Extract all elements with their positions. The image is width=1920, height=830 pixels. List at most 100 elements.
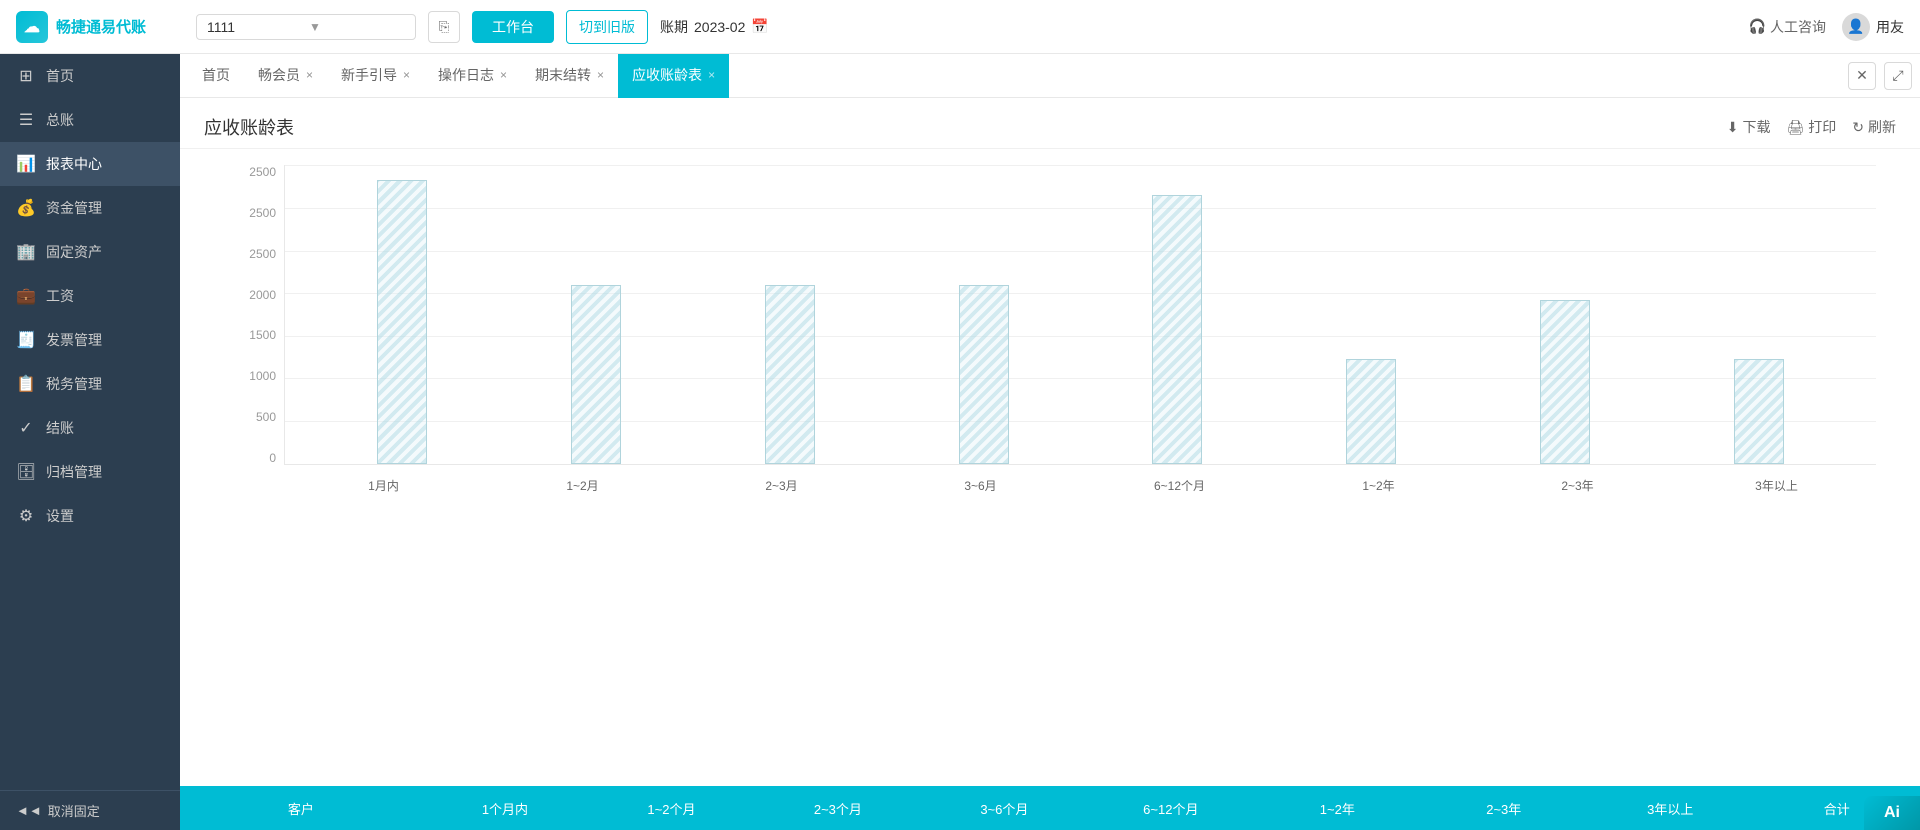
sidebar-item-checkout[interactable]: ✓ 结账: [0, 406, 180, 450]
tab-guide[interactable]: 新手引导×: [327, 54, 424, 98]
sidebar-item-invoice[interactable]: 🧾 发票管理: [0, 318, 180, 362]
sidebar-item-label: 税务管理: [46, 374, 102, 394]
close-tab-button[interactable]: ✕: [1848, 62, 1876, 90]
sidebar-item-label: 工资: [46, 286, 74, 306]
sidebar-item-label: 首页: [46, 66, 74, 86]
pin-icon: ◄◄: [16, 803, 42, 818]
sidebar-item-label: 报表中心: [46, 154, 102, 174]
chart-bar[interactable]: [959, 285, 1009, 464]
tab-close-icon[interactable]: ×: [403, 68, 410, 82]
y-axis-label: 2500: [249, 206, 284, 220]
sidebar-item-settings[interactable]: ⚙ 设置: [0, 494, 180, 538]
sidebar-item-tax[interactable]: 📋 税务管理: [0, 362, 180, 406]
bars-area: [285, 165, 1876, 464]
chart-plot: [284, 165, 1876, 465]
sidebar-item-home[interactable]: ⊞ 首页: [0, 54, 180, 98]
headset-icon: 🎧: [1749, 18, 1766, 35]
copy-icon: ⎘: [439, 19, 450, 35]
x-axis-label: 3年以上: [1677, 465, 1876, 505]
tabs-actions: ✕ ⤢: [1848, 62, 1912, 90]
header-right: 🎧 人工咨询 👤 用友: [1749, 13, 1904, 41]
table-header-1~2年: 1~2年: [1254, 799, 1420, 818]
tab-close-icon[interactable]: ×: [500, 68, 507, 82]
home-icon: ⊞: [16, 66, 36, 86]
chevron-down-icon: ▼: [309, 20, 405, 34]
copy-button[interactable]: ⎘: [428, 11, 460, 43]
invoice-icon: 🧾: [16, 330, 36, 350]
table-header-客户: 客户: [180, 799, 422, 818]
tab-ar_aging[interactable]: 应收账龄表 ×: [618, 54, 729, 98]
download-icon: ⬇: [1727, 119, 1739, 136]
tab-period_end[interactable]: 期末结转×: [521, 54, 618, 98]
tab-close-icon[interactable]: ×: [708, 68, 715, 82]
user-name: 用友: [1876, 17, 1904, 37]
x-axis-label: 1~2年: [1279, 465, 1478, 505]
tab-oplog[interactable]: 操作日志×: [424, 54, 521, 98]
sidebar-nav: ⊞ 首页 ☰ 总账 📊 报表中心 💰 资金管理 🏢 固定资产 💼 工资 🧾 发票…: [0, 54, 180, 790]
table-header-1个月内: 1个月内: [422, 799, 588, 818]
assets-icon: 🏢: [16, 242, 36, 262]
reports-icon: 📊: [16, 154, 36, 174]
sidebar-item-reports[interactable]: 📊 报表中心: [0, 142, 180, 186]
period-area: 账期 2023-02 📅: [660, 17, 769, 37]
ai-badge[interactable]: Ai: [1864, 796, 1920, 830]
sidebar-item-archive[interactable]: 🗄 归档管理: [0, 450, 180, 494]
sidebar-item-ledger[interactable]: ☰ 总账: [0, 98, 180, 142]
bar-group: [1468, 165, 1662, 464]
sidebar-item-label: 资金管理: [46, 198, 102, 218]
sidebar-item-label: 结账: [46, 418, 74, 438]
chart-bar[interactable]: [377, 180, 427, 464]
tab-close-icon[interactable]: ×: [597, 68, 604, 82]
tax-icon: 📋: [16, 374, 36, 394]
table-header-2~3个月: 2~3个月: [755, 799, 921, 818]
sidebar-item-label: 设置: [46, 506, 74, 526]
bar-group: [1274, 165, 1468, 464]
x-axis-label: 2~3年: [1478, 465, 1677, 505]
calendar-icon[interactable]: 📅: [751, 18, 768, 35]
bar-group: [1662, 165, 1856, 464]
chart-bar[interactable]: [1152, 195, 1202, 464]
refresh-button[interactable]: ↻ 刷新: [1852, 117, 1896, 137]
chart-bar[interactable]: [571, 285, 621, 464]
bar-group: [499, 165, 693, 464]
sidebar-item-payroll[interactable]: 💼 工资: [0, 274, 180, 318]
x-axis: 1月内1~2月2~3月3~6月6~12个月1~2年2~3年3年以上: [284, 465, 1876, 505]
x-axis-label: 6~12个月: [1080, 465, 1279, 505]
tab-close-icon[interactable]: ×: [306, 68, 313, 82]
table-header-3年以上: 3年以上: [1587, 799, 1753, 818]
chart-wrapper: 2500250025002000150010005000: [204, 165, 1896, 505]
x-axis-label: 2~3月: [682, 465, 881, 505]
consult-button[interactable]: 🎧 人工咨询: [1749, 17, 1826, 37]
version-toggle-button[interactable]: 切到旧版: [566, 10, 648, 44]
y-axis-label: 0: [269, 451, 284, 465]
chart-bar[interactable]: [1540, 300, 1590, 464]
bar-group: [693, 165, 887, 464]
funds-icon: 💰: [16, 198, 36, 218]
page-title: 应收账龄表: [204, 114, 294, 140]
sidebar-item-assets[interactable]: 🏢 固定资产: [0, 230, 180, 274]
y-axis-label: 2500: [249, 247, 284, 261]
tab-label: 应收账龄表: [632, 65, 702, 85]
chart-bar[interactable]: [1346, 359, 1396, 464]
chart-bar[interactable]: [765, 285, 815, 464]
sidebar-item-funds[interactable]: 💰 资金管理: [0, 186, 180, 230]
y-axis: 2500250025002000150010005000: [244, 165, 284, 465]
page-content: 应收账龄表 ⬇ 下载 🖨 打印 ↻ 刷新: [180, 98, 1920, 830]
logo-area: ☁ 畅捷通易代账: [16, 11, 196, 43]
chart-container: 2500250025002000150010005000: [180, 149, 1920, 786]
company-selector[interactable]: 1111 ▼: [196, 14, 416, 40]
workbench-button[interactable]: 工作台: [472, 11, 554, 43]
expand-tab-button[interactable]: ⤢: [1884, 62, 1912, 90]
chart-bar[interactable]: [1734, 359, 1784, 464]
tab-member[interactable]: 畅会员×: [244, 54, 327, 98]
ai-label: Ai: [1884, 804, 1900, 821]
bar-group: [1081, 165, 1275, 464]
print-button[interactable]: 🖨 打印: [1786, 117, 1836, 137]
print-icon: 🖨: [1786, 119, 1804, 136]
sidebar-pin-toggle[interactable]: ◄◄ 取消固定: [0, 790, 180, 830]
checkout-icon: ✓: [16, 418, 36, 438]
period-label: 账期: [660, 17, 688, 37]
user-area[interactable]: 👤 用友: [1842, 13, 1904, 41]
download-button[interactable]: ⬇ 下载: [1727, 117, 1771, 137]
tab-home[interactable]: 首页: [188, 54, 244, 98]
